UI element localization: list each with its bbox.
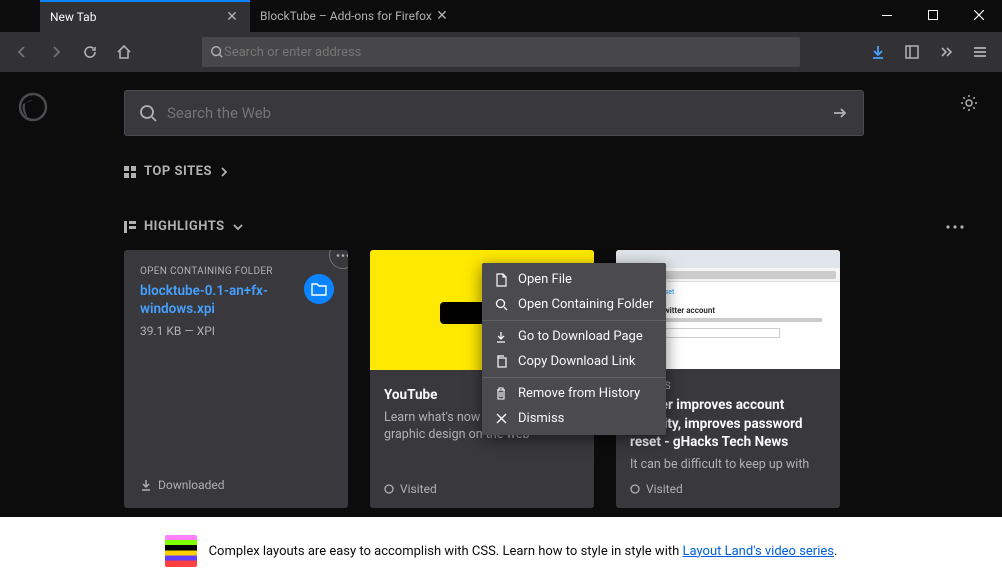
download-icon [140, 479, 152, 491]
minimize-button[interactable] [864, 0, 910, 30]
separator [482, 320, 666, 321]
top-sites-header[interactable]: TOP SITES [124, 164, 864, 179]
card-label: OPEN CONTAINING FOLDER [140, 266, 332, 277]
back-button[interactable] [6, 36, 38, 68]
visited-icon [384, 484, 394, 494]
home-button[interactable] [108, 36, 140, 68]
sidebar-button[interactable] [896, 36, 928, 68]
folder-icon [304, 274, 334, 304]
close-button[interactable] [956, 0, 1002, 30]
nav-toolbar [0, 32, 1002, 72]
window-controls [864, 0, 1002, 30]
separator [482, 377, 666, 378]
tab-strip: New Tab ✕ BlockTube – Add-ons for Firefo… [0, 0, 460, 32]
search-input[interactable] [167, 104, 831, 122]
visited-icon [630, 484, 640, 494]
card-footer: Visited [630, 474, 826, 496]
download-icon [494, 331, 508, 343]
arrow-right-icon[interactable] [831, 104, 849, 122]
grid-icon [124, 166, 136, 178]
chevron-right-icon [220, 167, 228, 177]
tab-title: BlockTube – Add-ons for Firefox [260, 9, 434, 23]
tab-blocktube[interactable]: BlockTube – Add-ons for Firefox ✕ [250, 0, 460, 32]
copy-icon [494, 355, 508, 368]
trash-icon [494, 387, 508, 400]
section-more-button[interactable] [946, 225, 964, 229]
banner-text: Complex layouts are easy to accomplish w… [209, 544, 838, 559]
maximize-button[interactable] [910, 0, 956, 30]
ctx-dismiss[interactable]: Dismiss [482, 406, 666, 431]
reload-button[interactable] [74, 36, 106, 68]
search-box[interactable] [124, 90, 864, 136]
forward-button[interactable] [40, 36, 72, 68]
banner-image [165, 535, 197, 567]
titlebar: New Tab ✕ BlockTube – Add-ons for Firefo… [0, 0, 1002, 32]
context-menu: Open File Open Containing Folder Go to D… [482, 263, 666, 435]
snippet-banner: Complex layouts are easy to accomplish w… [0, 517, 1002, 585]
tab-title: New Tab [50, 10, 224, 24]
ctx-copy-link[interactable]: Copy Download Link [482, 349, 666, 374]
menu-button[interactable] [964, 36, 996, 68]
ctx-remove-history[interactable]: Remove from History [482, 381, 666, 406]
search-icon [139, 104, 157, 122]
search-icon [494, 298, 508, 311]
close-icon[interactable]: ✕ [434, 8, 450, 24]
tab-new-tab[interactable]: New Tab ✕ [40, 0, 250, 32]
overflow-button[interactable] [930, 36, 962, 68]
ctx-go-download-page[interactable]: Go to Download Page [482, 324, 666, 349]
ctx-open-file[interactable]: Open File [482, 267, 666, 292]
search-icon [210, 45, 224, 59]
close-icon[interactable]: ✕ [224, 9, 240, 25]
section-title: TOP SITES [144, 164, 212, 179]
highlights-header[interactable]: HIGHLIGHTS [124, 219, 864, 234]
downloads-button[interactable] [862, 36, 894, 68]
highlights-icon [124, 221, 136, 233]
card-footer: Downloaded [140, 470, 332, 492]
close-icon [494, 413, 508, 424]
file-icon [494, 273, 508, 287]
download-meta: 39.1 KB — XPI [140, 324, 332, 338]
chevron-down-icon [233, 223, 243, 231]
banner-link[interactable]: Layout Land's video series [683, 544, 834, 559]
card-footer: Visited [384, 474, 580, 496]
card-description: It can be difficult to keep up with [630, 457, 826, 474]
section-title: HIGHLIGHTS [144, 219, 225, 234]
card-download[interactable]: OPEN CONTAINING FOLDER blocktube-0.1-an+… [124, 250, 348, 508]
url-input[interactable] [224, 45, 792, 60]
url-bar[interactable] [202, 37, 800, 67]
ctx-open-folder[interactable]: Open Containing Folder [482, 292, 666, 317]
